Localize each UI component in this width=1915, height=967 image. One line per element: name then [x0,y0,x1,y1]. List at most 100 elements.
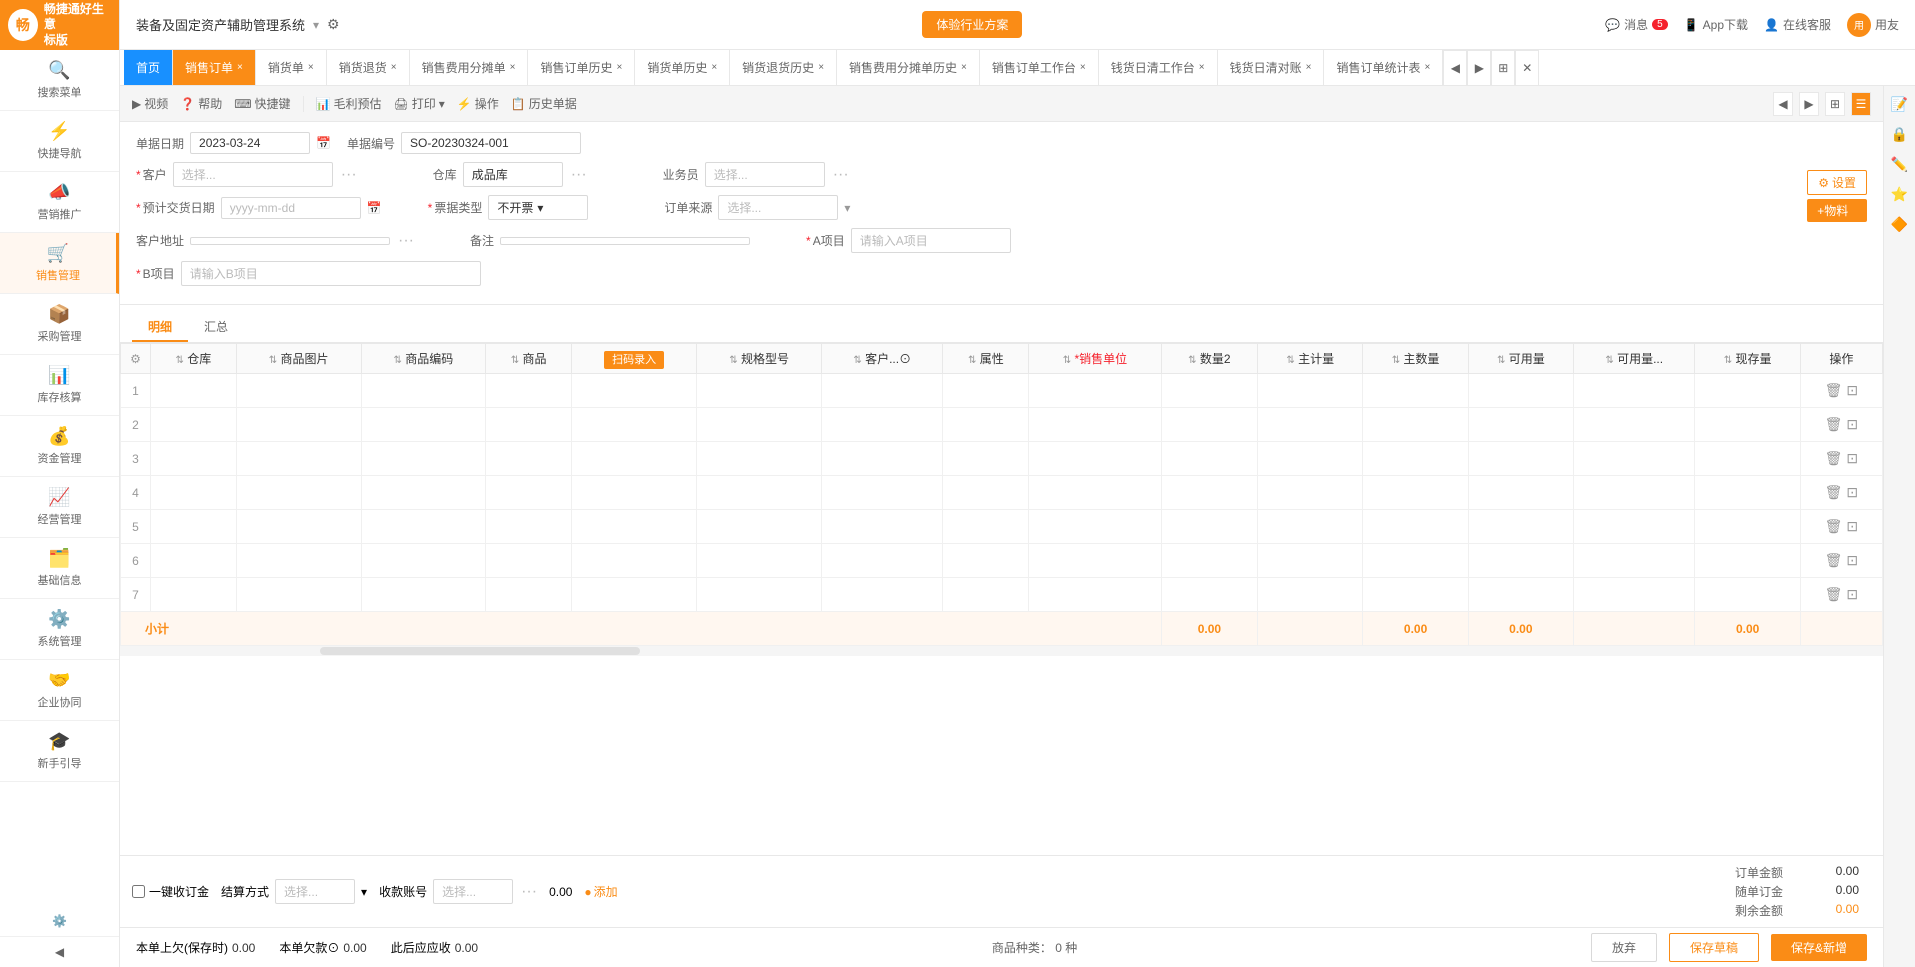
row-3-main-qty[interactable] [1363,442,1468,476]
order-source-input[interactable]: 选择... [718,195,838,220]
row-6-sales-unit[interactable] [1029,544,1161,578]
row-3-available[interactable] [1468,442,1573,476]
row-3-sales-unit[interactable] [1029,442,1161,476]
row-2-image[interactable] [236,408,361,442]
right-lock-icon[interactable]: 🔒 [1886,120,1914,148]
row-3-stock[interactable] [1695,442,1800,476]
address-more-icon[interactable]: ··· [398,232,414,250]
a-project-input[interactable]: 请输入A项目 [851,228,1011,253]
row-2-attribute[interactable] [943,408,1029,442]
sidebar-item-guide[interactable]: 🎓 新手引导 [0,721,119,782]
col-main-qty[interactable]: ⇅ 主数量 [1363,344,1468,374]
row-7-main-qty[interactable] [1363,578,1468,612]
quick-deposit-checkbox[interactable]: 一键收订金 [132,883,209,900]
row-3-delete-icon[interactable]: 🗑 [1825,450,1843,467]
row-6-product[interactable] [486,544,572,578]
row-5-sales-unit[interactable] [1029,510,1161,544]
toolbar-operate[interactable]: ⚡ 操作 [457,95,499,112]
row-7-customer-code[interactable] [821,578,943,612]
col-image[interactable]: ⇅ 商品图片 [236,344,361,374]
row-7-qty2[interactable] [1161,578,1258,612]
col-scan[interactable]: 扫码录入 [572,344,697,374]
tab-close-daily-reconcile[interactable]: × [1306,62,1312,73]
right-orange-icon[interactable]: 🔶 [1886,210,1914,238]
tab-close-sales-refund[interactable]: × [391,62,397,73]
row-1-qty2[interactable] [1161,374,1258,408]
row-3-product[interactable] [486,442,572,476]
tab-grid-btn[interactable]: ⊞ [1491,50,1515,86]
sidebar-item-search[interactable]: 🔍 搜索菜单 [0,50,119,111]
sidebar-item-quicknav[interactable]: ⚡ 快捷导航 [0,111,119,172]
customer-more-icon[interactable]: ··· [341,166,357,184]
sidebar-collapse-btn[interactable]: ◀ [0,936,119,967]
row-7-product[interactable] [486,578,572,612]
sidebar-item-finance[interactable]: 💰 资金管理 [0,416,119,477]
row-5-customer-code[interactable] [821,510,943,544]
user-btn[interactable]: 用 用友 [1847,13,1899,37]
row-2-warehouse[interactable] [151,408,237,442]
row-1-code[interactable] [361,374,486,408]
row-3-main-unit[interactable] [1258,442,1363,476]
col-stock[interactable]: ⇅ 现存量 [1695,344,1800,374]
tab-daily-reconcile[interactable]: 钱货日清对账 × [1218,50,1325,85]
row-2-sales-unit[interactable] [1029,408,1161,442]
row-5-image[interactable] [236,510,361,544]
row-1-product[interactable] [486,374,572,408]
row-2-copy-icon[interactable]: ⊡ [1846,416,1858,433]
row-7-main-unit[interactable] [1258,578,1363,612]
row-1-scan[interactable] [572,374,697,408]
toolbar-print[interactable]: 🖨 打印 ▾ [394,95,445,112]
row-1-available2[interactable] [1573,374,1695,408]
detail-tab-detail[interactable]: 明细 [132,313,188,342]
row-5-stock[interactable] [1695,510,1800,544]
tab-close-all-btn[interactable]: ✕ [1515,50,1539,86]
tab-close-daily-clear[interactable]: × [1199,62,1205,73]
toolbar-history[interactable]: 📋 历史单据 [511,95,577,112]
row-4-qty2[interactable] [1161,476,1258,510]
row-1-available[interactable] [1468,374,1573,408]
row-1-copy-icon[interactable]: ⊡ [1846,382,1858,399]
row-5-warehouse[interactable] [151,510,237,544]
row-6-code[interactable] [361,544,486,578]
industry-btn[interactable]: 体验行业方案 [922,11,1022,38]
row-4-main-qty[interactable] [1363,476,1468,510]
tab-close-order-history[interactable]: × [616,62,622,73]
row-3-spec[interactable] [697,442,822,476]
row-2-customer-code[interactable] [821,408,943,442]
row-7-scan[interactable] [572,578,697,612]
row-1-main-unit[interactable] [1258,374,1363,408]
row-6-scan[interactable] [572,544,697,578]
payment-input[interactable]: 选择... [275,879,355,904]
tab-return-history[interactable]: 销货单历史 × [635,50,730,85]
row-4-available2[interactable] [1573,476,1695,510]
quick-deposit-check[interactable] [132,885,145,898]
tab-refund-history[interactable]: 销货退货历史 × [730,50,837,85]
row-3-copy-icon[interactable]: ⊡ [1846,450,1858,467]
tab-sales-return[interactable]: 销货单 × [256,50,327,85]
row-2-product[interactable] [486,408,572,442]
row-5-spec[interactable] [697,510,822,544]
col-available[interactable]: ⇅ 可用量 [1468,344,1573,374]
row-4-available[interactable] [1468,476,1573,510]
row-1-spec[interactable] [697,374,822,408]
tab-close-order-workbench[interactable]: × [1080,62,1086,73]
message-btn[interactable]: 💬 消息 5 [1605,16,1668,33]
col-gear[interactable]: ⚙ [121,344,151,374]
delivery-calendar-icon[interactable]: 📅 [367,201,382,215]
row-6-main-unit[interactable] [1258,544,1363,578]
row-4-copy-icon[interactable]: ⊡ [1846,484,1858,501]
table-scrollbar[interactable] [120,646,1883,656]
row-5-scan[interactable] [572,510,697,544]
row-7-available2[interactable] [1573,578,1695,612]
row-6-delete-icon[interactable]: 🗑 [1825,552,1843,569]
row-5-main-unit[interactable] [1258,510,1363,544]
tab-fee-history[interactable]: 销售费用分摊单历史 × [837,50,980,85]
discard-btn[interactable]: 放弃 [1591,933,1657,962]
row-6-qty2[interactable] [1161,544,1258,578]
row-6-attribute[interactable] [943,544,1029,578]
row-4-image[interactable] [236,476,361,510]
customer-input[interactable]: 选择... [173,162,333,187]
tab-close-refund-history[interactable]: × [818,62,824,73]
system-dropdown-icon[interactable]: ▾ [313,18,319,32]
col-available2[interactable]: ⇅ 可用量... [1573,344,1695,374]
